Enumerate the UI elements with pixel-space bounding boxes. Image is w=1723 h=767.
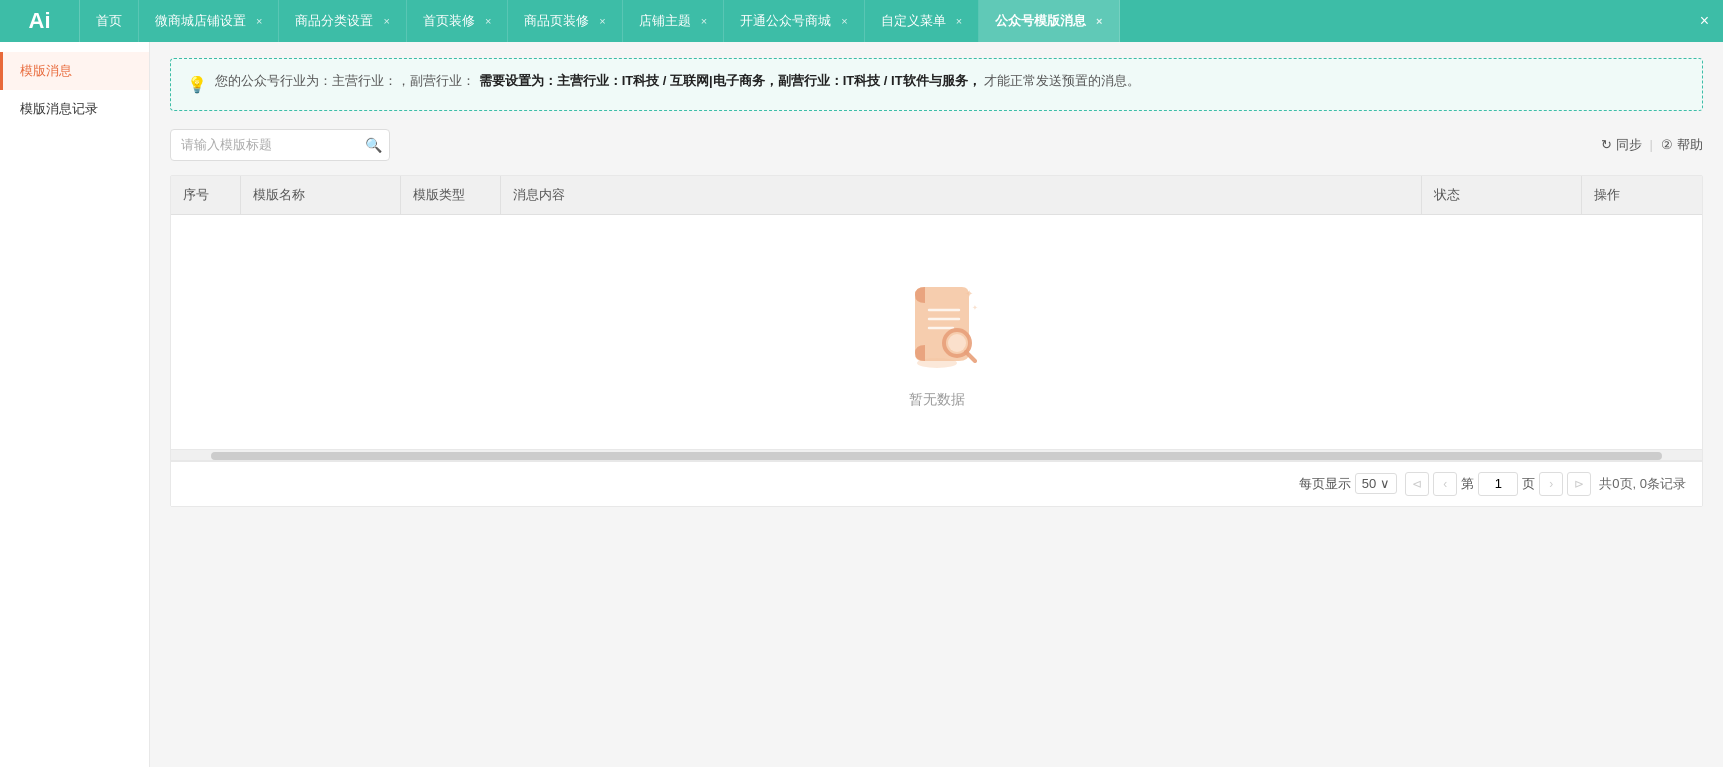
- next-page-button[interactable]: ›: [1539, 472, 1563, 496]
- sidebar-item-template-msg[interactable]: 模版消息: [0, 52, 149, 90]
- alert-suffix: 才能正常发送预置的消息。: [984, 73, 1140, 88]
- prev-page-button[interactable]: ‹: [1433, 472, 1457, 496]
- logo-text: Ai: [29, 8, 51, 34]
- alert-banner: 💡 您的公众号行业为：主营行业：，副营行业： 需要设置为：主营行业：IT科技 /…: [170, 58, 1703, 111]
- main-content: 💡 您的公众号行业为：主营行业：，副营行业： 需要设置为：主营行业：IT科技 /…: [150, 42, 1723, 767]
- nav-tab-home[interactable]: 首页: [80, 0, 139, 42]
- page-size-value: 50: [1362, 476, 1376, 491]
- nav-tab-shop-settings[interactable]: 微商城店铺设置×: [139, 0, 279, 42]
- close-tab-icon[interactable]: ×: [1096, 15, 1102, 27]
- nav-tab-product-decor[interactable]: 商品页装修×: [508, 0, 622, 42]
- th-action: 操作: [1582, 176, 1702, 214]
- nav-tab-custom-menu[interactable]: 自定义菜单×: [865, 0, 979, 42]
- close-tab-icon[interactable]: ×: [485, 15, 491, 27]
- empty-state: ✦ ✦ 暂无数据: [171, 215, 1702, 449]
- help-label: 帮助: [1677, 136, 1703, 154]
- nav-tab-template-msg[interactable]: 公众号模版消息×: [979, 0, 1119, 42]
- sync-button[interactable]: ↻ 同步: [1601, 136, 1642, 154]
- svg-text:✦: ✦: [965, 288, 973, 299]
- top-nav: Ai 首页微商城店铺设置×商品分类设置×首页装修×商品页装修×店铺主题×开通公众…: [0, 0, 1723, 42]
- close-tab-icon[interactable]: ×: [956, 15, 962, 27]
- page-unit: 页: [1522, 475, 1535, 493]
- th-content: 消息内容: [501, 176, 1422, 214]
- th-index: 序号: [171, 176, 241, 214]
- svg-text:✦: ✦: [972, 304, 978, 311]
- help-button[interactable]: ② 帮助: [1661, 136, 1703, 154]
- page-input[interactable]: [1478, 472, 1518, 496]
- alert-highlight: 需要设置为：主营行业：IT科技 / 互联网|电子商务，副营行业：IT科技 / I…: [479, 73, 981, 88]
- page-size-dropdown[interactable]: 50 ∨: [1355, 473, 1397, 494]
- search-icon[interactable]: 🔍: [365, 137, 382, 153]
- alert-prefix: 您的公众号行业为：主营行业：，副营行业：: [215, 73, 475, 88]
- sync-label: 同步: [1616, 136, 1642, 154]
- close-all-button[interactable]: ×: [1686, 0, 1723, 42]
- sidebar-item-template-msg-log[interactable]: 模版消息记录: [0, 90, 149, 128]
- close-tab-icon[interactable]: ×: [701, 15, 707, 27]
- close-tab-icon[interactable]: ×: [256, 15, 262, 27]
- total-info: 共0页, 0条记录: [1599, 475, 1686, 493]
- search-input-wrap: 🔍: [170, 129, 390, 161]
- scrollbar-thumb: [211, 452, 1662, 460]
- pagination: 每页显示 50 ∨ ⊲ ‹ 第 页 › ⊳ 共0页, 0条记录: [171, 461, 1702, 506]
- alert-text: 您的公众号行业为：主营行业：，副营行业： 需要设置为：主营行业：IT科技 / 互…: [215, 71, 1140, 92]
- first-page-button[interactable]: ⊲: [1405, 472, 1429, 496]
- empty-text: 暂无数据: [909, 391, 965, 409]
- nav-tab-home-decor[interactable]: 首页装修×: [407, 0, 508, 42]
- th-type: 模版类型: [401, 176, 501, 214]
- th-name: 模版名称: [241, 176, 401, 214]
- table-container: 序号模版名称模版类型消息内容状态操作: [170, 175, 1703, 507]
- scrollbar-area[interactable]: [171, 449, 1702, 461]
- th-status: 状态: [1422, 176, 1582, 214]
- nav-tab-category-settings[interactable]: 商品分类设置×: [279, 0, 406, 42]
- toolbar-right: ↻ 同步 | ② 帮助: [1601, 136, 1703, 154]
- svg-point-5: [948, 334, 966, 352]
- page-size-label: 每页显示: [1299, 475, 1351, 493]
- close-tab-icon[interactable]: ×: [841, 15, 847, 27]
- sidebar: 模版消息模版消息记录: [0, 42, 150, 767]
- search-input[interactable]: [170, 129, 390, 161]
- logo: Ai: [0, 0, 80, 42]
- help-icon: ②: [1661, 137, 1673, 152]
- nav-tab-shop-theme[interactable]: 店铺主题×: [623, 0, 724, 42]
- chevron-down-icon: ∨: [1380, 476, 1390, 491]
- layout: 模版消息模版消息记录 💡 您的公众号行业为：主营行业：，副营行业： 需要设置为：…: [0, 42, 1723, 767]
- page-size-select: 每页显示 50 ∨: [1299, 473, 1397, 494]
- page-nav: ⊲ ‹ 第 页 › ⊳: [1405, 472, 1591, 496]
- search-bar: 🔍 ↻ 同步 | ② 帮助: [170, 129, 1703, 161]
- close-tab-icon[interactable]: ×: [383, 15, 389, 27]
- sync-icon: ↻: [1601, 137, 1612, 152]
- nav-tab-open-mall[interactable]: 开通公众号商城×: [724, 0, 864, 42]
- divider: |: [1650, 137, 1653, 152]
- empty-illustration: ✦ ✦: [887, 275, 987, 375]
- bulb-icon: 💡: [187, 72, 207, 98]
- last-page-button[interactable]: ⊳: [1567, 472, 1591, 496]
- close-tab-icon[interactable]: ×: [599, 15, 605, 27]
- table-header: 序号模版名称模版类型消息内容状态操作: [171, 176, 1702, 215]
- page-label: 第: [1461, 475, 1474, 493]
